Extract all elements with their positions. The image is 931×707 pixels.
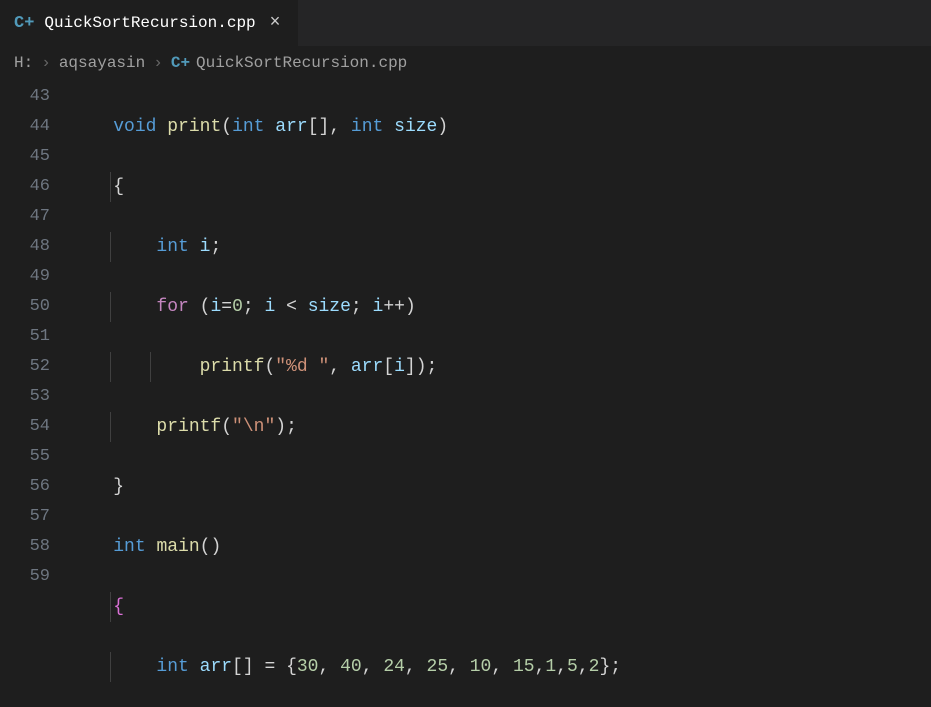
code-line[interactable]: printf("\n"); <box>70 412 931 442</box>
code-line[interactable]: { <box>70 172 931 202</box>
crumb-file[interactable]: C+ QuickSortRecursion.cpp <box>171 54 407 72</box>
code-line[interactable]: } <box>70 472 931 502</box>
line-number-gutter: 4344454647484950515253545556575859 <box>0 80 70 697</box>
crumb-drive[interactable]: H: <box>14 54 33 72</box>
code-line[interactable]: for (i=0; i < size; i++) <box>70 292 931 322</box>
tab-quicksort[interactable]: C+ QuickSortRecursion.cpp × <box>0 0 299 46</box>
minimap[interactable] <box>923 80 931 697</box>
code-line[interactable]: int i; <box>70 232 931 262</box>
code-line[interactable]: { <box>70 592 931 622</box>
code-line[interactable]: int main() <box>70 532 931 562</box>
crumb-file-label: QuickSortRecursion.cpp <box>196 54 407 72</box>
crumb-folder[interactable]: aqsayasin <box>59 54 145 72</box>
close-icon[interactable]: × <box>266 13 285 33</box>
tab-title: QuickSortRecursion.cpp <box>44 14 255 32</box>
cpp-file-icon: C+ <box>14 14 34 33</box>
chevron-right-icon: › <box>153 54 163 72</box>
cpp-file-icon: C+ <box>171 54 190 72</box>
breadcrumb: H: › aqsayasin › C+ QuickSortRecursion.c… <box>0 46 931 80</box>
code-line[interactable]: int arr[] = {30, 40, 24, 25, 10, 15,1,5,… <box>70 652 931 682</box>
code-line[interactable]: printf("%d ", arr[i]); <box>70 352 931 382</box>
chevron-right-icon: › <box>41 54 51 72</box>
editor-area[interactable]: 4344454647484950515253545556575859 void … <box>0 80 931 697</box>
code-content[interactable]: void print(int arr[], int size) { int i;… <box>70 80 931 697</box>
tab-bar: C+ QuickSortRecursion.cpp × <box>0 0 931 46</box>
code-line[interactable]: void print(int arr[], int size) <box>70 112 931 142</box>
